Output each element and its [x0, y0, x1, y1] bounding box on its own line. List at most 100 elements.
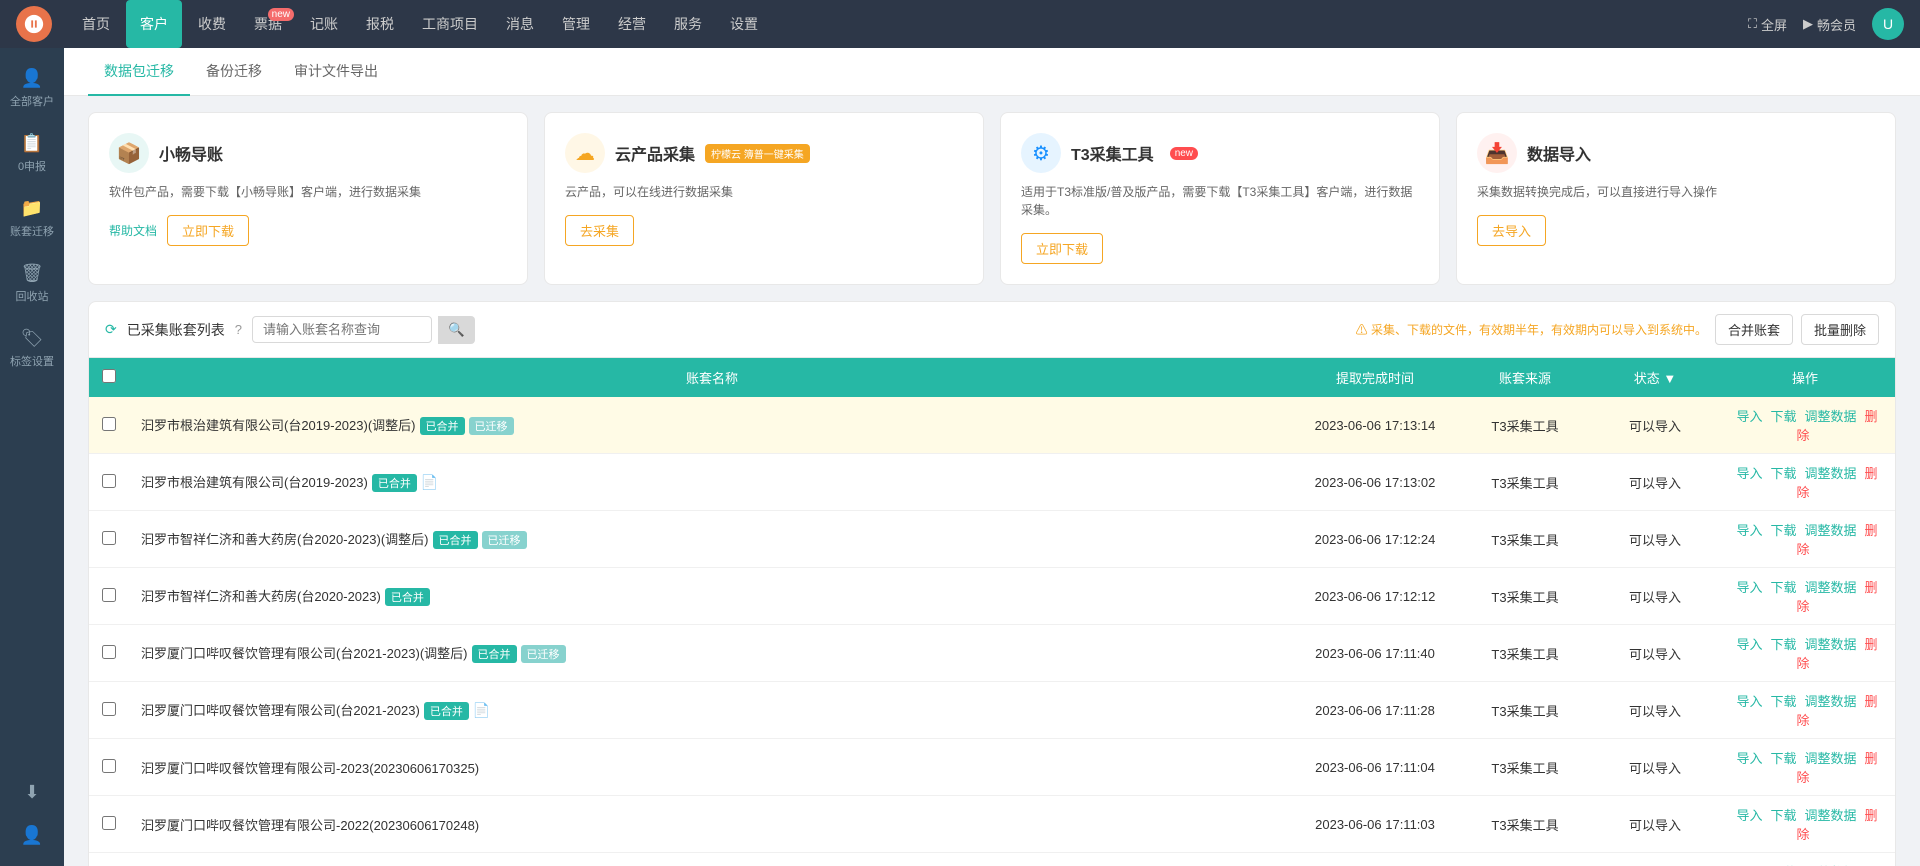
action-调整数据[interactable]: 调整数据	[1805, 580, 1857, 595]
action-下载[interactable]: 下载	[1770, 808, 1796, 823]
toolbar-right: ⚠ 采集、下载的文件，有效期半年，有效期内可以导入到系统中。 合并账套 批量删除	[1356, 314, 1879, 345]
action-导入[interactable]: 导入	[1736, 694, 1762, 709]
row-select-checkbox[interactable]	[102, 531, 116, 545]
action-调整数据[interactable]: 调整数据	[1805, 751, 1857, 766]
table-row: 汩罗市智祥仁济和善大药房(台2020-2023)(调整后)已合并已迁移2023-…	[89, 511, 1895, 568]
nav-item-客户[interactable]: 客户	[126, 0, 182, 48]
row-source: T3采集工具	[1455, 397, 1595, 454]
action-导入[interactable]: 导入	[1736, 466, 1762, 481]
row-tag: 已合并	[420, 417, 465, 435]
sidebar-bottom-item[interactable]: 👤	[4, 815, 60, 856]
table-row: 汩罗市智祥仁济和善大药房(台2020-2023)已合并2023-06-06 17…	[89, 568, 1895, 625]
card-btn-xiaochang[interactable]: 立即下载	[167, 215, 249, 246]
refresh-icon[interactable]: ⟳	[105, 321, 117, 338]
row-select-checkbox[interactable]	[102, 702, 116, 716]
sidebar-item-全部客户[interactable]: 👤全部客户	[4, 58, 60, 119]
nav-item-收费[interactable]: 收费	[184, 0, 240, 48]
card-header: 📦 小畅导账	[109, 133, 507, 173]
sidebar-item-标签设置[interactable]: 🏷标签设置	[4, 318, 60, 379]
nav-item-服务[interactable]: 服务	[660, 0, 716, 48]
row-name: 汩罗厦门口哔叹餐饮管理有限公司-2021(20230606170210)	[129, 853, 1295, 866]
action-导入[interactable]: 导入	[1736, 751, 1762, 766]
row-name: 汩罗厦门口哔叹餐饮管理有限公司-2023(20230606170325)	[129, 739, 1295, 796]
nav-item-设置[interactable]: 设置	[716, 0, 772, 48]
card-btn-cloud[interactable]: 去采集	[565, 215, 634, 246]
search-button[interactable]: 🔍	[438, 316, 475, 344]
select-all-checkbox[interactable]	[102, 369, 116, 383]
row-checkbox	[89, 454, 129, 511]
action-调整数据[interactable]: 调整数据	[1805, 808, 1857, 823]
sub-tab-数据包迁移[interactable]: 数据包迁移	[88, 48, 190, 96]
action-导入[interactable]: 导入	[1736, 637, 1762, 652]
row-name-text: 汩罗厦门口哔叹餐饮管理有限公司(台2021-2023)(调整后)	[141, 646, 468, 661]
sidebar-icon: 🗑	[21, 263, 44, 284]
action-下载[interactable]: 下载	[1770, 694, 1796, 709]
col-header-checkbox	[89, 358, 129, 397]
action-下载[interactable]: 下载	[1770, 637, 1796, 652]
action-导入[interactable]: 导入	[1736, 409, 1762, 424]
card-desc-import: 采集数据转换完成后，可以直接进行导入操作	[1477, 183, 1875, 201]
member-button[interactable]: ▶ 畅会员	[1803, 15, 1856, 34]
row-name: 汩罗市智祥仁济和善大药房(台2020-2023)已合并	[129, 568, 1295, 625]
row-actions: 导入下载调整数据删除	[1715, 625, 1895, 682]
help-icon[interactable]: ?	[235, 322, 242, 337]
nav-item-报税[interactable]: 报税	[352, 0, 408, 48]
row-source: T3采集工具	[1455, 853, 1595, 866]
nav-item-经营[interactable]: 经营	[604, 0, 660, 48]
row-actions: 导入下载调整数据删除	[1715, 511, 1895, 568]
card-btn-t3[interactable]: 立即下载	[1021, 233, 1103, 264]
action-调整数据[interactable]: 调整数据	[1805, 466, 1857, 481]
card-desc-cloud: 云产品，可以在线进行数据采集	[565, 183, 963, 201]
sub-tab-备份迁移[interactable]: 备份迁移	[190, 48, 278, 96]
row-name-text: 汩罗市根治建筑有限公司(台2019-2023)(调整后)	[141, 418, 416, 433]
col-header-0: 账套名称	[129, 358, 1295, 397]
logo-button[interactable]	[16, 6, 52, 42]
nav-item-记账[interactable]: 记账	[296, 0, 352, 48]
nav-item-管理[interactable]: 管理	[548, 0, 604, 48]
action-下载[interactable]: 下载	[1770, 409, 1796, 424]
action-下载[interactable]: 下载	[1770, 751, 1796, 766]
action-导入[interactable]: 导入	[1736, 580, 1762, 595]
action-调整数据[interactable]: 调整数据	[1805, 523, 1857, 538]
row-select-checkbox[interactable]	[102, 474, 116, 488]
row-select-checkbox[interactable]	[102, 417, 116, 431]
nav-item-票据[interactable]: 票据new	[240, 0, 296, 48]
row-select-checkbox[interactable]	[102, 759, 116, 773]
nav-item-首页[interactable]: 首页	[68, 0, 124, 48]
action-下载[interactable]: 下载	[1770, 523, 1796, 538]
merge-button[interactable]: 合并账套	[1715, 314, 1793, 345]
nav-item-工商项目[interactable]: 工商项目	[408, 0, 492, 48]
file-icon[interactable]: 📄	[421, 474, 438, 490]
sidebar-item-回收站[interactable]: 🗑回收站	[4, 253, 60, 314]
file-icon[interactable]: 📄	[473, 702, 490, 718]
row-tag: 已合并	[424, 702, 469, 720]
search-input[interactable]	[252, 316, 432, 343]
sidebar-item-0申报[interactable]: 📋0申报	[4, 123, 60, 184]
action-调整数据[interactable]: 调整数据	[1805, 409, 1857, 424]
row-select-checkbox[interactable]	[102, 816, 116, 830]
row-status: 可以导入	[1595, 739, 1715, 796]
user-avatar[interactable]: U	[1872, 8, 1904, 40]
card-btn-import[interactable]: 去导入	[1477, 215, 1546, 246]
sub-tab-审计文件导出[interactable]: 审计文件导出	[278, 48, 394, 96]
action-导入[interactable]: 导入	[1736, 523, 1762, 538]
card-icon-import: 📥	[1477, 133, 1517, 173]
card-xiaochang: 📦 小畅导账软件包产品，需要下载【小畅导账】客户端，进行数据采集帮助文档立即下载	[88, 112, 528, 285]
batch-delete-button[interactable]: 批量删除	[1801, 314, 1879, 345]
action-导入[interactable]: 导入	[1736, 808, 1762, 823]
row-name-text: 汩罗市智祥仁济和善大药房(台2020-2023)	[141, 589, 381, 604]
action-调整数据[interactable]: 调整数据	[1805, 637, 1857, 652]
table-row: 汩罗厦门口哔叹餐饮管理有限公司-2022(20230606170248)2023…	[89, 796, 1895, 853]
row-select-checkbox[interactable]	[102, 588, 116, 602]
row-select-checkbox[interactable]	[102, 645, 116, 659]
action-下载[interactable]: 下载	[1770, 466, 1796, 481]
help-link-xiaochang[interactable]: 帮助文档	[109, 222, 157, 239]
nav-item-消息[interactable]: 消息	[492, 0, 548, 48]
sidebar-bottom-item[interactable]: ⬇	[4, 772, 60, 813]
sidebar-item-账套迁移[interactable]: 📁账套迁移	[4, 188, 60, 249]
action-调整数据[interactable]: 调整数据	[1805, 694, 1857, 709]
action-下载[interactable]: 下载	[1770, 580, 1796, 595]
col-header-3: 状态 ▼	[1595, 358, 1715, 397]
fullscreen-button[interactable]: ⛶ 全屏	[1748, 15, 1787, 34]
row-time: 2023-06-06 17:12:12	[1295, 568, 1455, 625]
